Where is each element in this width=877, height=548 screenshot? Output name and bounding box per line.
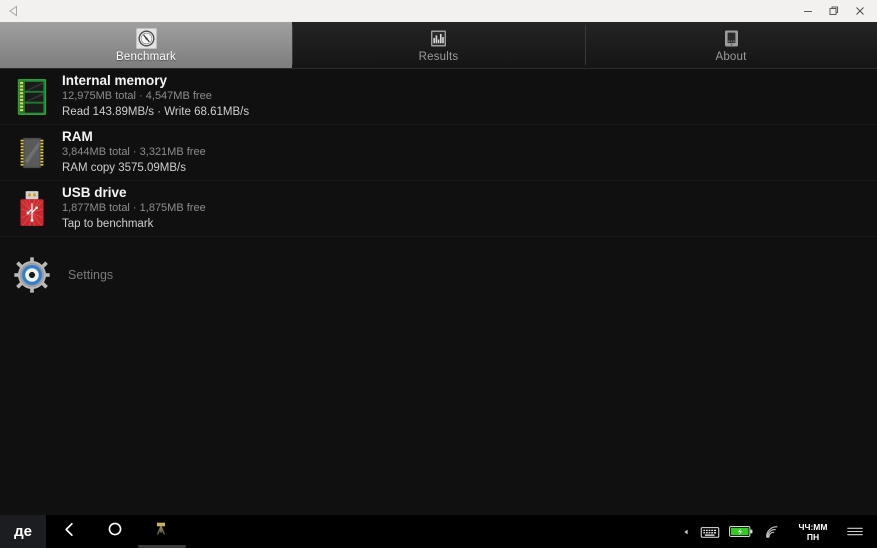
- window-controls: [795, 0, 877, 22]
- ram-chip-icon: [10, 130, 54, 176]
- window-titlebar: [0, 0, 877, 22]
- list-item-meta: Read 143.89MB/s · Write 68.61MB/s: [62, 106, 250, 118]
- restore-button[interactable]: [821, 0, 847, 22]
- list-item-subtitle: 1,877MB total · 1,875MB free: [62, 202, 206, 214]
- tab-benchmark-label: Benchmark: [116, 50, 176, 63]
- list-item-settings[interactable]: Settings: [0, 249, 877, 301]
- nav-keys: [46, 515, 184, 548]
- list-item-subtitle: 12,975MB total · 4,547MB free: [62, 90, 212, 102]
- list-item-usb-drive[interactable]: USB drive 1,877MB total · 1,875MB free T…: [0, 181, 877, 237]
- list-item-internal-memory[interactable]: Internal memory 12,975MB total · 4,547MB…: [0, 69, 877, 125]
- tab-about-label: About: [715, 50, 747, 63]
- bar-chart-icon: [428, 28, 449, 49]
- tab-bar: Benchmark Results About: [0, 22, 877, 69]
- nav-home-button[interactable]: [92, 515, 138, 548]
- list-item-meta: Tap to benchmark: [62, 218, 154, 230]
- system-navigation-bar: де ЧЧ:ММ ПН: [0, 515, 877, 548]
- app-window: Benchmark Results About Internal memory …: [0, 0, 877, 548]
- tab-benchmark[interactable]: Benchmark: [0, 22, 292, 68]
- gear-icon: [10, 252, 54, 298]
- circle-icon: [106, 520, 124, 543]
- keyboard-icon[interactable]: [695, 515, 725, 548]
- launcher-logo[interactable]: де: [0, 515, 46, 548]
- device-phone-icon: [721, 28, 742, 49]
- wifi-signal-icon[interactable]: [757, 515, 787, 548]
- list-item-meta: RAM copy 3575.09MB/s: [62, 162, 187, 174]
- list-item-ram[interactable]: RAM 3,844MB total · 3,321MB free RAM cop…: [0, 125, 877, 181]
- tab-results-label: Results: [418, 50, 459, 63]
- list-item-text: RAM 3,844MB total · 3,321MB free RAM cop…: [54, 129, 206, 176]
- chevron-left-icon: [60, 520, 79, 544]
- list-item-subtitle: 3,844MB total · 3,321MB free: [62, 146, 206, 158]
- titlebar-left: [0, 4, 21, 18]
- recent-apps-icon: [152, 520, 170, 543]
- list-item-title: RAM: [62, 129, 93, 144]
- list-item-text: USB drive 1,877MB total · 1,875MB free T…: [54, 185, 206, 232]
- close-button[interactable]: [847, 0, 873, 22]
- tab-results[interactable]: Results: [292, 22, 585, 68]
- nav-recents-button[interactable]: [138, 515, 184, 548]
- tab-about[interactable]: About: [585, 22, 877, 68]
- system-clock[interactable]: ЧЧ:ММ ПН: [787, 522, 839, 542]
- list-item-title: Internal memory: [62, 73, 168, 88]
- list-item-text: Internal memory 12,975MB total · 4,547MB…: [54, 73, 249, 120]
- speedometer-icon: [135, 27, 157, 49]
- caret-left-icon[interactable]: [677, 515, 695, 548]
- benchmark-list: Internal memory 12,975MB total · 4,547MB…: [0, 69, 877, 515]
- clock-day: ПН: [806, 531, 820, 542]
- nav-back-button[interactable]: [46, 515, 92, 548]
- usb-drive-icon: [10, 186, 54, 232]
- clock-time: ЧЧ:ММ: [798, 521, 828, 532]
- system-tray: ЧЧ:ММ ПН: [677, 515, 877, 548]
- battery-charging-icon[interactable]: [725, 515, 757, 548]
- back-triangle-icon[interactable]: [7, 4, 21, 18]
- list-item-title: USB drive: [62, 185, 127, 200]
- settings-label: Settings: [68, 268, 114, 282]
- minimize-button[interactable]: [795, 0, 821, 22]
- memory-module-icon: [10, 74, 54, 120]
- hamburger-menu-icon[interactable]: [839, 515, 871, 548]
